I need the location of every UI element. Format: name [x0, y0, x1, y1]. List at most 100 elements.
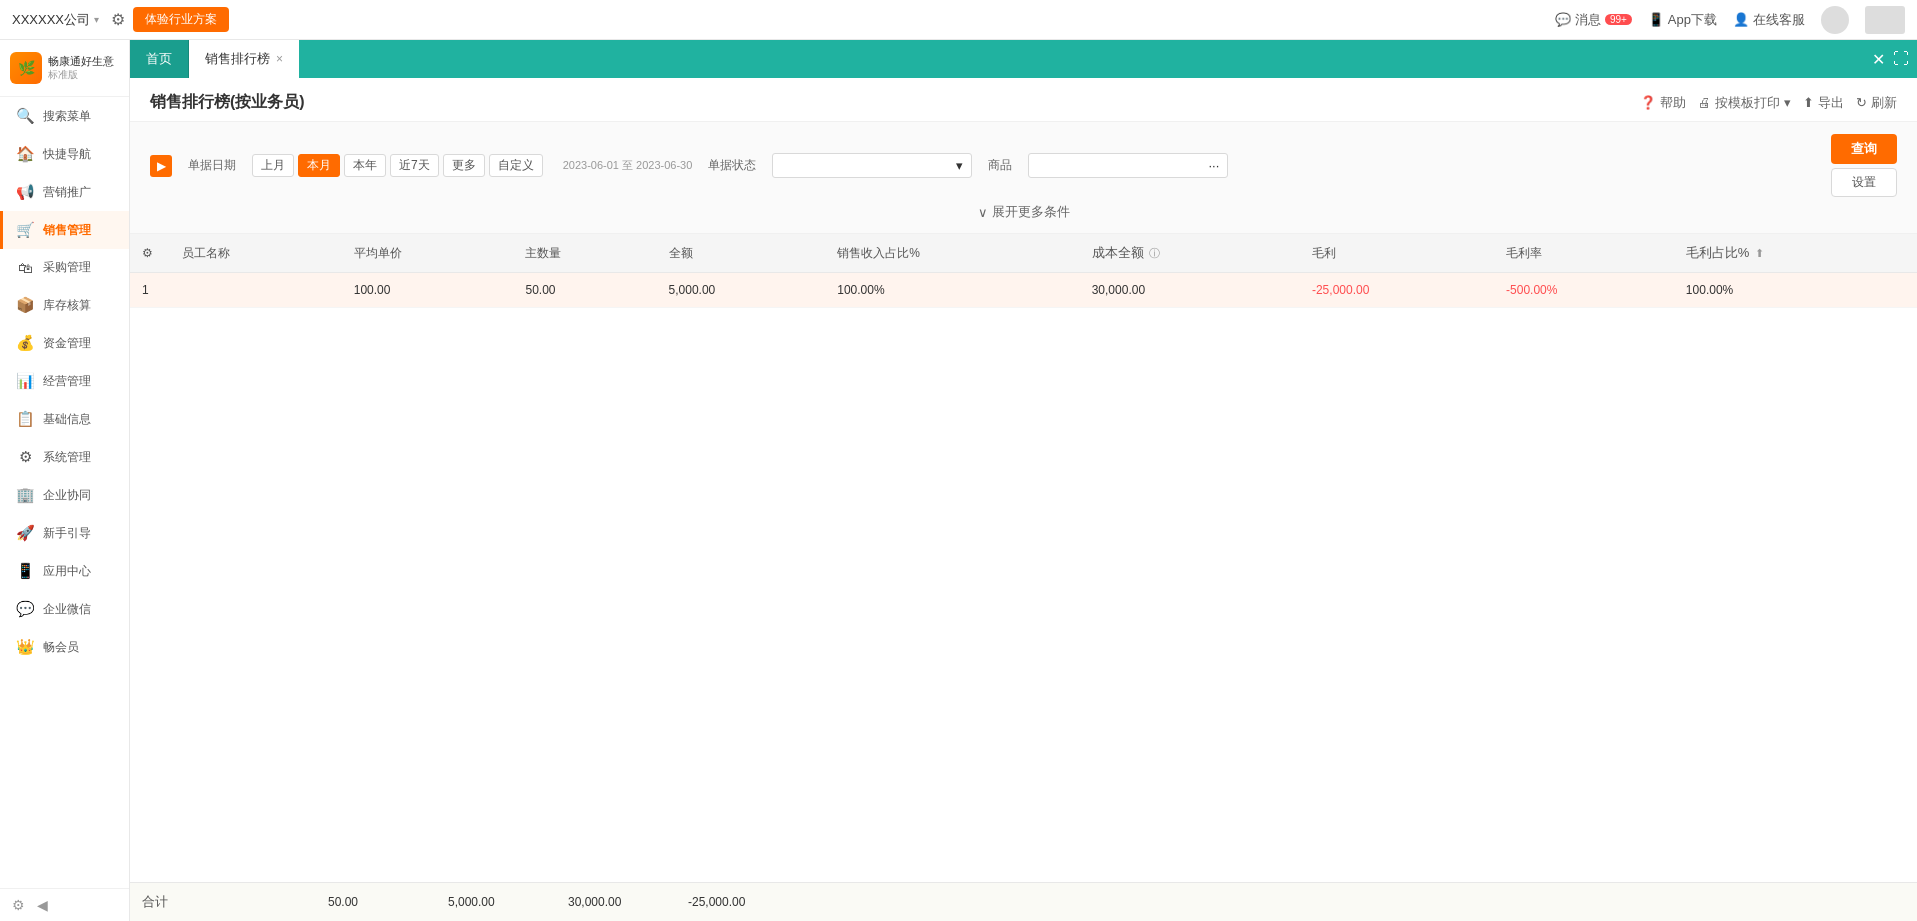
sidebar-item-system[interactable]: ⚙ 系统管理 — [0, 438, 129, 476]
inventory-icon: 📦 — [15, 296, 35, 314]
col-sales-pct: 销售收入占比% — [825, 234, 1079, 273]
message-button[interactable]: 💬 消息 99+ — [1555, 11, 1632, 29]
table-wrapper: ⚙ 员工名称 平均单价 主数量 全额 销售收入占比% 成本全额 ⓘ 毛利 毛利率 — [130, 234, 1917, 882]
date-btn-custom[interactable]: 自定义 — [489, 154, 543, 177]
logo-title: 畅康通好生意 — [48, 54, 114, 68]
sidebar-item-inventory[interactable]: 📦 库存核算 — [0, 286, 129, 324]
date-btn-7days[interactable]: 近7天 — [390, 154, 439, 177]
collapse-icon[interactable]: ◀ — [37, 897, 48, 913]
print-button[interactable]: 🖨 按模板打印 ▾ — [1698, 94, 1791, 112]
trial-button[interactable]: 体验行业方案 — [133, 7, 229, 32]
export-button[interactable]: ⬆ 导出 — [1803, 94, 1844, 112]
home-icon: 🏠 — [15, 145, 35, 163]
cell-rank: 1 — [130, 273, 170, 308]
message-badge: 99+ — [1605, 14, 1632, 25]
marketing-icon: 📢 — [15, 183, 35, 201]
avatar[interactable] — [1821, 6, 1849, 34]
help-button[interactable]: ❓ 帮助 — [1640, 94, 1686, 112]
date-btn-current-year[interactable]: 本年 — [344, 154, 386, 177]
date-btn-last-month[interactable]: 上月 — [252, 154, 294, 177]
sidebar-item-enterprise[interactable]: 🏢 企业协同 — [0, 476, 129, 514]
sidebar-item-search[interactable]: 🔍 搜索菜单 — [0, 97, 129, 135]
gross-pct-info-icon[interactable]: ⬆ — [1755, 247, 1764, 259]
basic-icon: 📋 — [15, 410, 35, 428]
sidebar-item-guide[interactable]: 🚀 新手引导 — [0, 514, 129, 552]
page-content: 销售排行榜(按业务员) ❓ 帮助 🖨 按模板打印 ▾ ⬆ 导出 — [130, 78, 1917, 921]
tab-bar-right: ✕ ⛶ — [1872, 50, 1917, 69]
app-center-icon: 📱 — [15, 562, 35, 580]
cost-info-icon[interactable]: ⓘ — [1149, 247, 1160, 259]
purchase-icon: 🛍 — [15, 259, 35, 276]
sidebar-logo: 🌿 畅康通好生意 标准版 — [0, 40, 129, 97]
expand-button[interactable]: ∨ 展开更多条件 — [978, 203, 1070, 221]
col-quantity: 主数量 — [513, 234, 656, 273]
logo-icon: 🌿 — [10, 52, 42, 84]
cell-avg-price: 100.00 — [342, 273, 514, 308]
col-name: 员工名称 — [170, 234, 342, 273]
settings-bottom-icon[interactable]: ⚙ — [12, 897, 25, 913]
export-icon: ⬆ — [1803, 95, 1814, 110]
sales-icon: 🛒 — [15, 221, 35, 239]
tab-bar: 首页 销售排行榜 × ✕ ⛶ — [130, 40, 1917, 78]
footer-label: 合计 — [142, 893, 168, 911]
cell-quantity: 50.00 — [513, 273, 656, 308]
status-select[interactable]: ▾ — [772, 153, 972, 178]
refresh-button[interactable]: ↻ 刷新 — [1856, 94, 1897, 112]
sidebar-item-purchase[interactable]: 🛍 采购管理 — [0, 249, 129, 286]
sidebar-item-wechat[interactable]: 💬 企业微信 — [0, 590, 129, 628]
col-gross-rate: 毛利率 — [1494, 234, 1674, 273]
message-icon: 💬 — [1555, 12, 1571, 27]
cell-gross-rate: -500.00% — [1494, 273, 1674, 308]
sidebar-item-sales[interactable]: 🛒 销售管理 — [0, 211, 129, 249]
online-service-button[interactable]: 👤 在线客服 — [1733, 11, 1805, 29]
sidebar-item-basic[interactable]: 📋 基础信息 — [0, 400, 129, 438]
tab-close-icon[interactable]: × — [276, 52, 283, 66]
sales-ranking-table: ⚙ 员工名称 平均单价 主数量 全额 销售收入占比% 成本全额 ⓘ 毛利 毛利率 — [130, 234, 1917, 308]
footer-gross: -25,000.00 — [688, 895, 768, 909]
company-name: XXXXXX公司 — [12, 11, 90, 29]
footer-cost: 30,000.00 — [568, 895, 648, 909]
col-gross-pct: 毛利占比% ⬆ — [1674, 234, 1917, 273]
tab-maximize-icon[interactable]: ⛶ — [1893, 50, 1909, 68]
refresh-icon: ↻ — [1856, 95, 1867, 110]
sidebar: 🌿 畅康通好生意 标准版 🔍 搜索菜单 🏠 快捷导航 📢 营销推广 🛒 销售管理… — [0, 40, 130, 921]
chevron-down-icon: ▾ — [94, 14, 99, 25]
tab-close-window-icon[interactable]: ✕ — [1872, 50, 1885, 69]
content-area: 首页 销售排行榜 × ✕ ⛶ 销售排行榜(按业务员) ❓ 帮助 — [130, 40, 1917, 921]
page-header: 销售排行榜(按业务员) ❓ 帮助 🖨 按模板打印 ▾ ⬆ 导出 — [130, 78, 1917, 122]
guide-icon: 🚀 — [15, 524, 35, 542]
filter-toggle-icon[interactable]: ▶ — [150, 155, 172, 177]
print-chevron-icon: ▾ — [1784, 95, 1791, 110]
goods-input[interactable]: ··· — [1028, 153, 1228, 178]
cell-name — [170, 273, 342, 308]
sidebar-item-marketing[interactable]: 📢 营销推广 — [0, 173, 129, 211]
enterprise-icon: 🏢 — [15, 486, 35, 504]
help-icon: ❓ — [1640, 95, 1656, 110]
sidebar-item-finance[interactable]: 💰 资金管理 — [0, 324, 129, 362]
cell-gross: -25,000.00 — [1300, 273, 1494, 308]
date-btn-current-month[interactable]: 本月 — [298, 154, 340, 177]
date-btn-more[interactable]: 更多 — [443, 154, 485, 177]
query-button[interactable]: 查询 — [1831, 134, 1897, 164]
filter-settings-button[interactable]: 设置 — [1831, 168, 1897, 197]
sidebar-item-member[interactable]: 👑 畅会员 — [0, 628, 129, 666]
main-layout: 🌿 畅康通好生意 标准版 🔍 搜索菜单 🏠 快捷导航 📢 营销推广 🛒 销售管理… — [0, 40, 1917, 921]
page-actions: ❓ 帮助 🖨 按模板打印 ▾ ⬆ 导出 ↻ 刷新 — [1640, 94, 1897, 112]
goods-filter-label: 商品 — [988, 157, 1012, 174]
filter-bar: ▶ 单据日期 上月 本月 本年 近7天 更多 自定义 2023-06-01 至 … — [130, 122, 1917, 234]
system-icon: ⚙ — [15, 448, 35, 466]
status-chevron-icon: ▾ — [956, 158, 963, 173]
col-amount: 全额 — [657, 234, 826, 273]
app-download-button[interactable]: 📱 App下载 — [1648, 11, 1717, 29]
status-filter-label: 单据状态 — [708, 157, 756, 174]
sidebar-item-app-center[interactable]: 📱 应用中心 — [0, 552, 129, 590]
tab-sales-ranking[interactable]: 销售排行榜 × — [189, 40, 299, 78]
tab-home[interactable]: 首页 — [130, 40, 189, 78]
col-gross: 毛利 — [1300, 234, 1494, 273]
operations-icon: 📊 — [15, 372, 35, 390]
sidebar-item-shortcut[interactable]: 🏠 快捷导航 — [0, 135, 129, 173]
sidebar-item-operations[interactable]: 📊 经营管理 — [0, 362, 129, 400]
settings-icon[interactable]: ⚙ — [111, 10, 125, 29]
company-selector[interactable]: XXXXXX公司 ▾ — [12, 11, 99, 29]
member-icon: 👑 — [15, 638, 35, 656]
